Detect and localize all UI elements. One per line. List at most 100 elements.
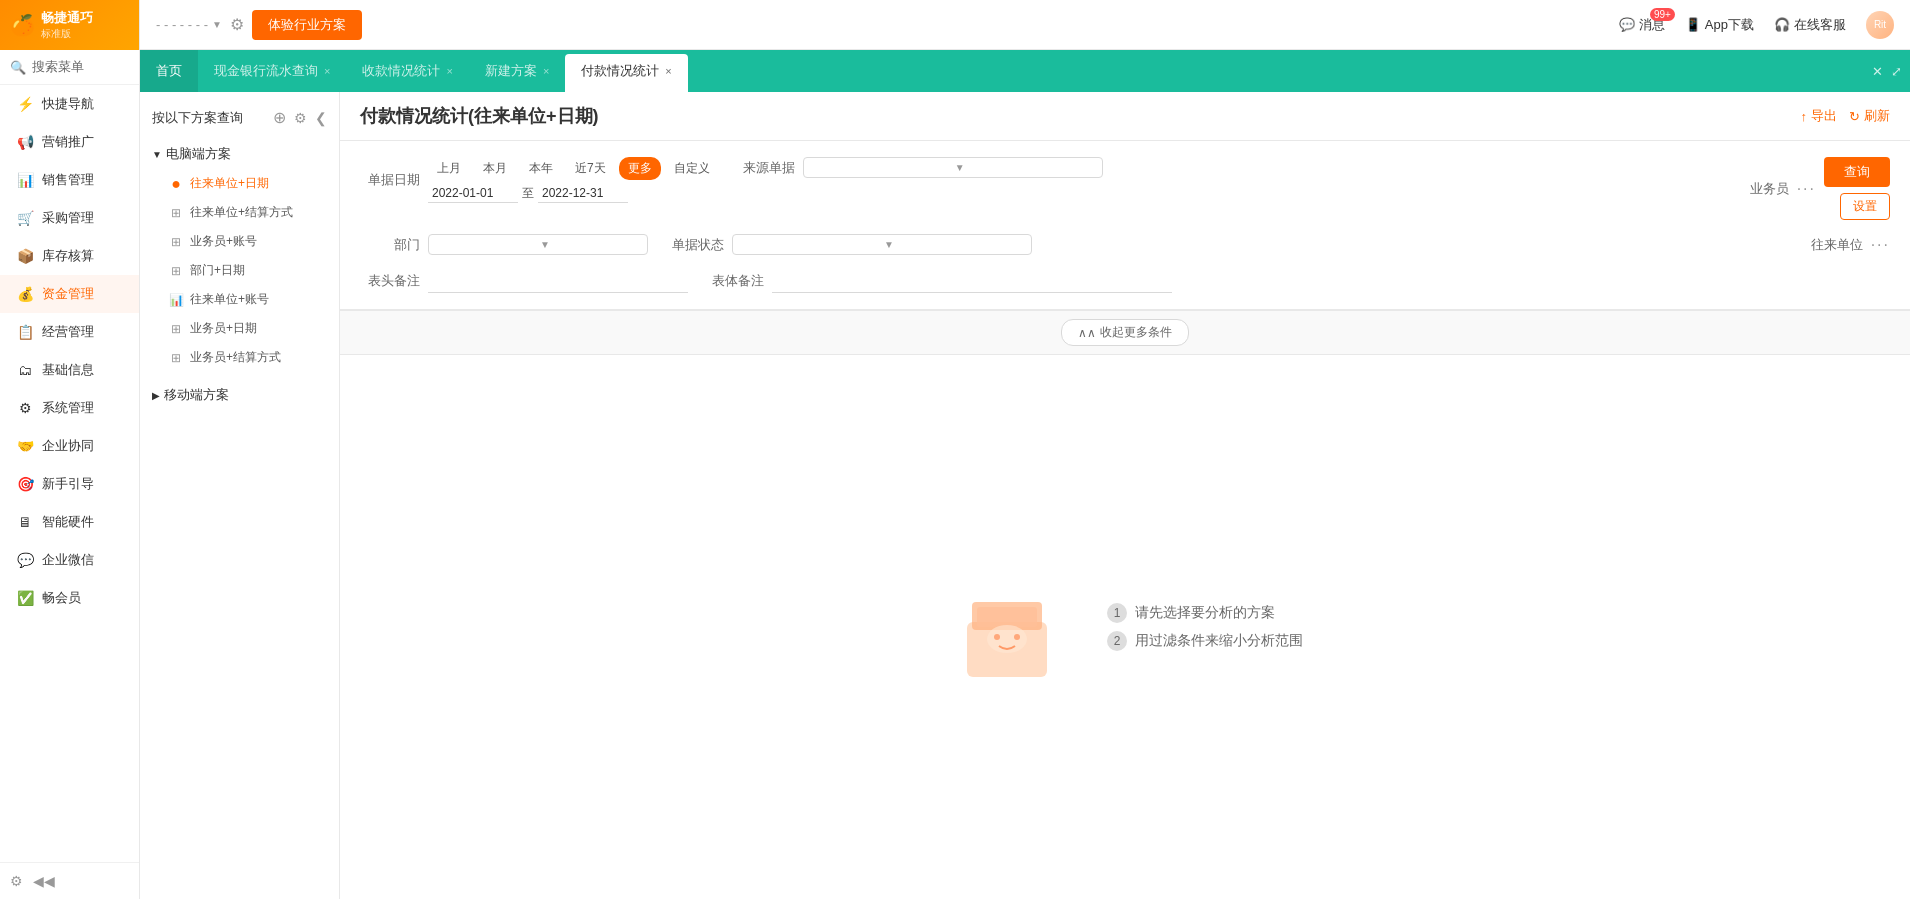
query-btn[interactable]: 查询 bbox=[1824, 157, 1890, 187]
add-schema-icon[interactable]: ⊕ bbox=[273, 108, 286, 127]
table-schema-icon: ⊞ bbox=[168, 321, 184, 337]
schema-item-label: 业务员+日期 bbox=[190, 320, 257, 337]
sidebar-item-sales[interactable]: 📊 销售管理 bbox=[0, 161, 139, 199]
sidebar-item-label: 系统管理 bbox=[42, 399, 94, 417]
app-name: 畅捷通巧 bbox=[41, 9, 93, 27]
export-btn[interactable]: ↑ 导出 bbox=[1801, 107, 1838, 125]
sidebar-item-member[interactable]: ✅ 畅会员 bbox=[0, 579, 139, 617]
schema-item-label: 业务员+账号 bbox=[190, 233, 257, 250]
this-year-btn[interactable]: 本年 bbox=[520, 157, 562, 180]
collapse-sidebar-icon[interactable]: ◀◀ bbox=[33, 873, 55, 889]
tab-new-plan[interactable]: 新建方案 × bbox=[469, 50, 565, 92]
active-schema-icon: ● bbox=[168, 176, 184, 192]
company-selector[interactable]: - - - - - - - ▼ bbox=[156, 17, 222, 32]
partner-filter-label: 往来单位 bbox=[1803, 236, 1863, 254]
dept-select[interactable]: ▼ bbox=[428, 234, 648, 255]
table-body-note-label: 表体备注 bbox=[704, 272, 764, 290]
topbar-gear-icon[interactable]: ⚙ bbox=[230, 15, 244, 34]
tab-close-icon[interactable]: × bbox=[665, 65, 671, 77]
trial-btn[interactable]: 体验行业方案 bbox=[252, 10, 362, 40]
wechat-icon: 💬 bbox=[16, 551, 34, 569]
collapse-schema-icon[interactable]: ❮ bbox=[315, 110, 327, 126]
custom-date-btn[interactable]: 自定义 bbox=[665, 157, 719, 180]
schema-mobile-section-header[interactable]: ▶ 移动端方案 bbox=[140, 380, 339, 410]
sidebar-search[interactable]: 🔍 搜索菜单 bbox=[0, 50, 139, 85]
user-avatar[interactable]: Rit bbox=[1866, 11, 1894, 39]
tab-home[interactable]: 首页 bbox=[140, 50, 198, 92]
messages-badge: 99+ bbox=[1650, 8, 1675, 21]
quick-nav-icon: ⚡ bbox=[16, 95, 34, 113]
schema-item-partner-date[interactable]: ● 往来单位+日期 bbox=[140, 169, 339, 198]
empty-area: 1 请先选择要分析的方案 2 用过滤条件来缩小分析范围 bbox=[340, 355, 1910, 899]
sidebar-item-system[interactable]: ⚙ 系统管理 bbox=[0, 389, 139, 427]
schema-desktop-section-header[interactable]: ▼ 电脑端方案 bbox=[140, 139, 339, 169]
sidebar-item-marketing[interactable]: 📢 营销推广 bbox=[0, 123, 139, 161]
staff-filter-dots[interactable]: ··· bbox=[1797, 180, 1816, 198]
tabbar: 首页 现金银行流水查询 × 收款情况统计 × 新建方案 × 付款情况统计 × ✕… bbox=[140, 50, 1910, 92]
date-start-input[interactable] bbox=[428, 184, 518, 203]
schema-item-dept-date[interactable]: ⊞ 部门+日期 bbox=[140, 256, 339, 285]
tab-close-icon[interactable]: × bbox=[324, 65, 330, 77]
page-title: 付款情况统计(往来单位+日期) bbox=[360, 104, 599, 128]
tab-payment-stats[interactable]: 付款情况统计 × bbox=[565, 54, 687, 92]
close-all-tabs-icon[interactable]: ✕ bbox=[1872, 64, 1883, 79]
schema-item-staff-payment[interactable]: ⊞ 业务员+结算方式 bbox=[140, 343, 339, 372]
app-logo: 🍊 bbox=[10, 13, 35, 37]
date-filter-btns: 上月 本月 本年 近7天 更多 自定义 bbox=[428, 157, 719, 180]
sidebar-item-finance[interactable]: 💰 资金管理 bbox=[0, 275, 139, 313]
tab-label: 收款情况统计 bbox=[362, 62, 440, 80]
tab-receipt-stats[interactable]: 收款情况统计 × bbox=[346, 50, 468, 92]
sidebar-item-guide[interactable]: 🎯 新手引导 bbox=[0, 465, 139, 503]
content-area: 按以下方案查询 ⊕ ⚙ ❮ ▼ 电脑端方案 ● 往来单位+日期 ⊞ bbox=[140, 92, 1910, 899]
sidebar-item-purchase[interactable]: 🛒 采购管理 bbox=[0, 199, 139, 237]
sidebar-item-operations[interactable]: 📋 经营管理 bbox=[0, 313, 139, 351]
sidebar-item-basic-info[interactable]: 🗂 基础信息 bbox=[0, 351, 139, 389]
schema-header-label: 按以下方案查询 bbox=[152, 109, 243, 127]
sidebar-item-cooperation[interactable]: 🤝 企业协同 bbox=[0, 427, 139, 465]
table-schema-icon: ⊞ bbox=[168, 205, 184, 221]
cooperation-icon: 🤝 bbox=[16, 437, 34, 455]
sidebar-item-wechat[interactable]: 💬 企业微信 bbox=[0, 541, 139, 579]
expand-icon[interactable]: ⤢ bbox=[1891, 64, 1902, 79]
settings-icon[interactable]: ⚙ bbox=[10, 873, 23, 889]
tab-close-icon[interactable]: × bbox=[446, 65, 452, 77]
this-month-btn[interactable]: 本月 bbox=[474, 157, 516, 180]
voucher-status-label: 单据状态 bbox=[664, 236, 724, 254]
last-7-days-btn[interactable]: 近7天 bbox=[566, 157, 615, 180]
tab-close-icon[interactable]: × bbox=[543, 65, 549, 77]
table-body-note-input[interactable] bbox=[772, 269, 1172, 293]
setting-btn[interactable]: 设置 bbox=[1840, 193, 1890, 220]
sidebar-item-label: 企业协同 bbox=[42, 437, 94, 455]
table-schema-icon: ⊞ bbox=[168, 234, 184, 250]
main-panel: 付款情况统计(往来单位+日期) ↑ 导出 ↻ 刷新 单 bbox=[340, 92, 1910, 899]
schema-item-partner-payment[interactable]: ⊞ 往来单位+结算方式 bbox=[140, 198, 339, 227]
source-select[interactable]: ▼ bbox=[803, 157, 1103, 178]
finance-icon: 💰 bbox=[16, 285, 34, 303]
schema-item-staff-account[interactable]: ⊞ 业务员+账号 bbox=[140, 227, 339, 256]
more-date-btn[interactable]: 更多 bbox=[619, 157, 661, 180]
last-month-btn[interactable]: 上月 bbox=[428, 157, 470, 180]
collapse-more-btn[interactable]: ∧∧ 收起更多条件 bbox=[1061, 319, 1189, 346]
table-schema-icon: ⊞ bbox=[168, 263, 184, 279]
topbar-right: 💬 消息 99+ 📱 App下载 🎧 在线客服 Rit bbox=[1619, 11, 1894, 39]
date-end-input[interactable] bbox=[538, 184, 628, 203]
tab-bank-flow[interactable]: 现金银行流水查询 × bbox=[198, 50, 346, 92]
refresh-btn[interactable]: ↻ 刷新 bbox=[1849, 107, 1890, 125]
staff-filter-label: 业务员 bbox=[1729, 180, 1789, 198]
schema-item-staff-date[interactable]: ⊞ 业务员+日期 bbox=[140, 314, 339, 343]
schema-mobile-section: ▶ 移动端方案 bbox=[140, 376, 339, 414]
online-service-btn[interactable]: 🎧 在线客服 bbox=[1774, 16, 1846, 34]
page-header: 付款情况统计(往来单位+日期) ↑ 导出 ↻ 刷新 bbox=[340, 92, 1910, 141]
tabbar-actions: ✕ ⤢ bbox=[1872, 50, 1910, 92]
voucher-status-select[interactable]: ▼ bbox=[732, 234, 1032, 255]
sidebar-item-inventory[interactable]: 📦 库存核算 bbox=[0, 237, 139, 275]
sidebar-item-hardware[interactable]: 🖥 智能硬件 bbox=[0, 503, 139, 541]
partner-filter-dots[interactable]: ··· bbox=[1871, 236, 1890, 254]
messages-btn[interactable]: 💬 消息 99+ bbox=[1619, 16, 1665, 34]
schema-settings-icon[interactable]: ⚙ bbox=[294, 110, 307, 126]
table-header-note-input[interactable] bbox=[428, 269, 688, 293]
sidebar-item-quick-nav[interactable]: ⚡ 快捷导航 bbox=[0, 85, 139, 123]
empty-illustration bbox=[947, 567, 1067, 687]
schema-item-partner-account[interactable]: 📊 往来单位+账号 bbox=[140, 285, 339, 314]
app-download-btn[interactable]: 📱 App下载 bbox=[1685, 16, 1754, 34]
